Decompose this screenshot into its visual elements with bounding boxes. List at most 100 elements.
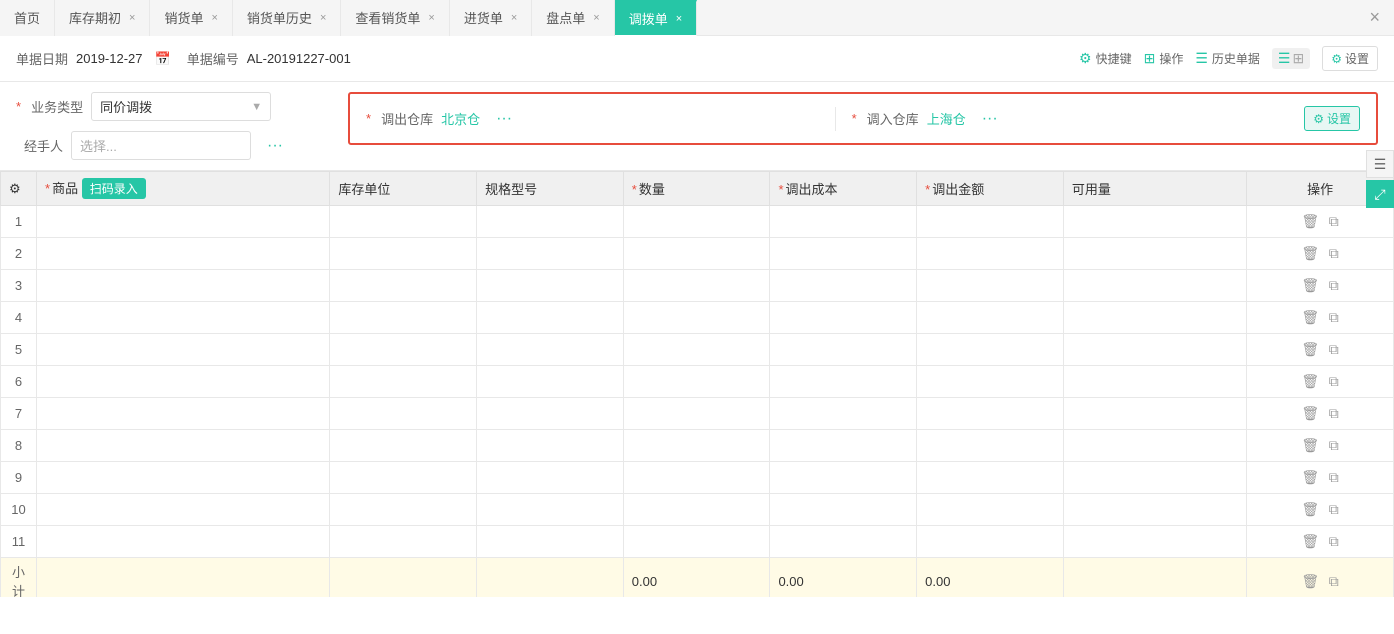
cell-spec-8[interactable] bbox=[477, 430, 624, 462]
cell-unit-7[interactable] bbox=[330, 398, 477, 430]
cell-cost-10[interactable] bbox=[770, 494, 917, 526]
cell-qty-7[interactable] bbox=[623, 398, 770, 430]
warehouse-settings-btn[interactable]: ⚙ 设置 bbox=[1304, 106, 1360, 131]
delete-row-btn[interactable]: 🗑 bbox=[1298, 340, 1322, 359]
cell-goods-8[interactable] bbox=[37, 430, 330, 462]
cell-spec-3[interactable] bbox=[477, 270, 624, 302]
cell-qty-8[interactable] bbox=[623, 430, 770, 462]
cell-cost-8[interactable] bbox=[770, 430, 917, 462]
cell-unit-11[interactable] bbox=[330, 526, 477, 558]
cell-available-2[interactable] bbox=[1063, 238, 1246, 270]
cell-unit-8[interactable] bbox=[330, 430, 477, 462]
layout-toggle[interactable]: ☰ ⊞ bbox=[1272, 48, 1310, 69]
cell-spec-11[interactable] bbox=[477, 526, 624, 558]
delete-row-btn[interactable]: 🗑 bbox=[1298, 436, 1322, 455]
cell-spec-10[interactable] bbox=[477, 494, 624, 526]
cell-available-11[interactable] bbox=[1063, 526, 1246, 558]
copy-row-btn[interactable]: ⧉ bbox=[1326, 308, 1342, 327]
cell-cost-2[interactable] bbox=[770, 238, 917, 270]
delete-row-btn[interactable]: 🗑 bbox=[1298, 308, 1322, 327]
cell-unit-9[interactable] bbox=[330, 462, 477, 494]
cell-cost-4[interactable] bbox=[770, 302, 917, 334]
cell-amount-10[interactable] bbox=[917, 494, 1064, 526]
tab-purchase[interactable]: 进货单 × bbox=[450, 0, 532, 36]
cell-cost-11[interactable] bbox=[770, 526, 917, 558]
delete-row-btn[interactable]: 🗑 bbox=[1298, 468, 1322, 487]
cell-qty-3[interactable] bbox=[623, 270, 770, 302]
window-close-button[interactable]: × bbox=[1355, 0, 1394, 36]
copy-row-btn[interactable]: ⧉ bbox=[1326, 372, 1342, 391]
scroll-container[interactable]: ⚙ *商品 扫码录入 库存单位 规格型号 *数量 *调出成本 *调出金额 可用量… bbox=[0, 171, 1394, 597]
cell-spec-2[interactable] bbox=[477, 238, 624, 270]
copy-row-btn[interactable]: ⧉ bbox=[1326, 532, 1342, 551]
copy-row-btn[interactable]: ⧉ bbox=[1326, 468, 1342, 487]
cell-cost-9[interactable] bbox=[770, 462, 917, 494]
cell-goods-2[interactable] bbox=[37, 238, 330, 270]
cell-cost-3[interactable] bbox=[770, 270, 917, 302]
cell-goods-7[interactable] bbox=[37, 398, 330, 430]
warehouse-in-value[interactable]: 上海仓 bbox=[927, 109, 966, 128]
cell-goods-4[interactable] bbox=[37, 302, 330, 334]
cell-qty-10[interactable] bbox=[623, 494, 770, 526]
cell-spec-7[interactable] bbox=[477, 398, 624, 430]
delete-row-btn[interactable]: 🗑 bbox=[1298, 500, 1322, 519]
operation-btn[interactable]: ⊞ 操作 bbox=[1144, 50, 1184, 67]
cell-amount-5[interactable] bbox=[917, 334, 1064, 366]
delete-row-btn[interactable]: 🗑 bbox=[1298, 532, 1322, 551]
cell-goods-11[interactable] bbox=[37, 526, 330, 558]
tab-inventory-init[interactable]: 库存期初 × bbox=[55, 0, 150, 36]
tab-close-stocktake[interactable]: × bbox=[593, 12, 599, 24]
copy-row-btn[interactable]: ⧉ bbox=[1326, 340, 1342, 359]
cell-spec-6[interactable] bbox=[477, 366, 624, 398]
cell-unit-5[interactable] bbox=[330, 334, 477, 366]
scan-btn[interactable]: 扫码录入 bbox=[82, 178, 146, 199]
cell-amount-1[interactable] bbox=[917, 206, 1064, 238]
cell-amount-9[interactable] bbox=[917, 462, 1064, 494]
copy-row-btn[interactable]: ⧉ bbox=[1326, 436, 1342, 455]
cell-available-7[interactable] bbox=[1063, 398, 1246, 430]
cell-unit-2[interactable] bbox=[330, 238, 477, 270]
cell-qty-2[interactable] bbox=[623, 238, 770, 270]
subtotal-delete-btn[interactable]: 🗑 bbox=[1298, 572, 1322, 591]
shortcut-btn[interactable]: ⚙ 快捷键 bbox=[1079, 50, 1132, 67]
cell-qty-11[interactable] bbox=[623, 526, 770, 558]
delete-row-btn[interactable]: 🗑 bbox=[1298, 372, 1322, 391]
cell-available-9[interactable] bbox=[1063, 462, 1246, 494]
right-tool-expand[interactable]: ⤢ bbox=[1366, 180, 1394, 208]
cell-qty-9[interactable] bbox=[623, 462, 770, 494]
cell-cost-1[interactable] bbox=[770, 206, 917, 238]
business-type-select[interactable]: 同价调拨 ▼ bbox=[91, 92, 271, 121]
delete-row-btn[interactable]: 🗑 bbox=[1298, 244, 1322, 263]
handler-select[interactable]: 选择... bbox=[71, 131, 251, 160]
cell-spec-5[interactable] bbox=[477, 334, 624, 366]
tab-sales[interactable]: 销货单 × bbox=[150, 0, 232, 36]
cell-goods-9[interactable] bbox=[37, 462, 330, 494]
cell-amount-8[interactable] bbox=[917, 430, 1064, 462]
cell-available-1[interactable] bbox=[1063, 206, 1246, 238]
cell-goods-10[interactable] bbox=[37, 494, 330, 526]
tab-close-sales-history[interactable]: × bbox=[320, 12, 326, 24]
cell-unit-1[interactable] bbox=[330, 206, 477, 238]
copy-row-btn[interactable]: ⧉ bbox=[1326, 276, 1342, 295]
handler-more-btn[interactable]: ··· bbox=[267, 137, 283, 155]
cell-cost-6[interactable] bbox=[770, 366, 917, 398]
tab-view-sales[interactable]: 查看销货单 × bbox=[341, 0, 449, 36]
warehouse-out-more-btn[interactable]: ··· bbox=[496, 110, 512, 128]
warehouse-out-value[interactable]: 北京仓 bbox=[441, 109, 480, 128]
cell-spec-4[interactable] bbox=[477, 302, 624, 334]
cell-cost-5[interactable] bbox=[770, 334, 917, 366]
tab-close-transfer[interactable]: × bbox=[676, 13, 682, 25]
warehouse-in-more-btn[interactable]: ··· bbox=[982, 110, 998, 128]
copy-row-btn[interactable]: ⧉ bbox=[1326, 404, 1342, 423]
cell-goods-6[interactable] bbox=[37, 366, 330, 398]
copy-row-btn[interactable]: ⧉ bbox=[1326, 244, 1342, 263]
cell-unit-10[interactable] bbox=[330, 494, 477, 526]
cell-qty-5[interactable] bbox=[623, 334, 770, 366]
tab-close-sales[interactable]: × bbox=[211, 12, 217, 24]
cell-amount-4[interactable] bbox=[917, 302, 1064, 334]
cell-available-5[interactable] bbox=[1063, 334, 1246, 366]
cell-spec-1[interactable] bbox=[477, 206, 624, 238]
cell-cost-7[interactable] bbox=[770, 398, 917, 430]
cell-unit-4[interactable] bbox=[330, 302, 477, 334]
cell-qty-1[interactable] bbox=[623, 206, 770, 238]
